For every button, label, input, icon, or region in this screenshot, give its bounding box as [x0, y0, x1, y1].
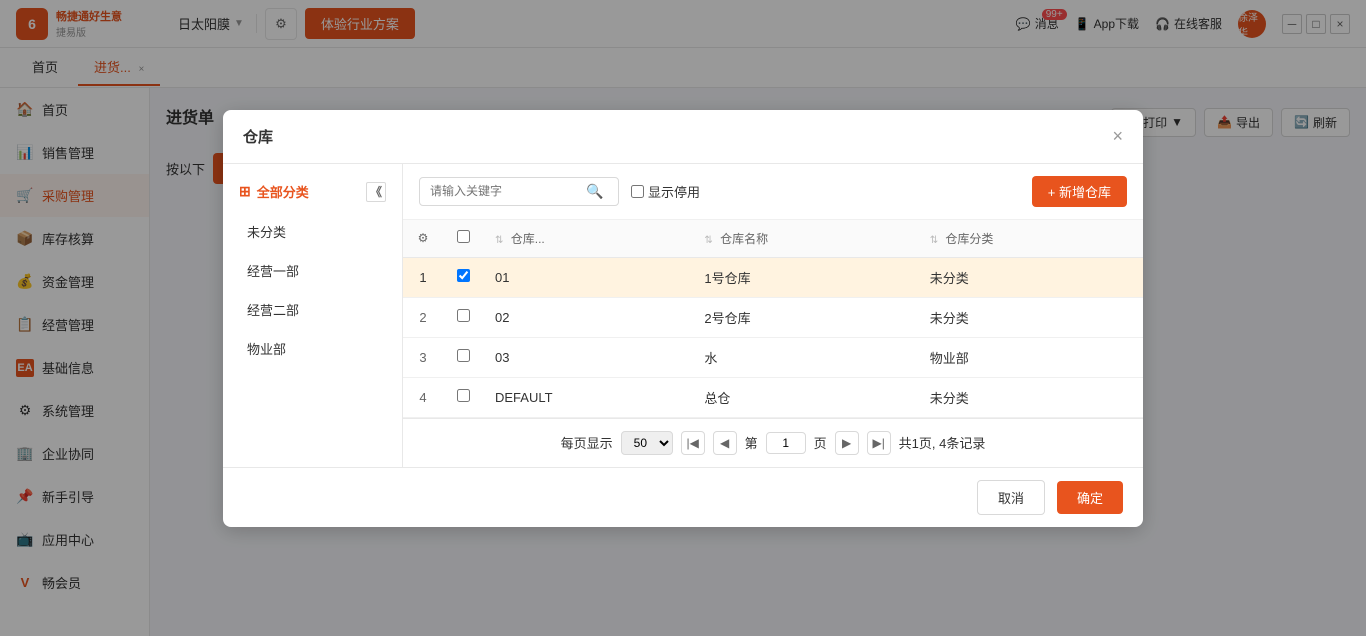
search-icon: 🔍	[586, 183, 603, 200]
th-check[interactable]	[443, 220, 483, 258]
row-checkbox[interactable]	[457, 309, 470, 322]
modal-body: ⊞ 全部分类 《 未分类 经营一部 经营二部 物业部 🔍	[223, 164, 1143, 467]
table: ⚙ ⇅ 仓库... ⇅ 仓库名称	[403, 220, 1143, 418]
row-checkbox-cell[interactable]	[443, 297, 483, 337]
row-name: 2号仓库	[692, 297, 917, 337]
collapse-button[interactable]: 《	[366, 182, 386, 202]
row-checkbox[interactable]	[457, 389, 470, 402]
row-name: 水	[692, 337, 917, 377]
row-category: 未分类	[918, 257, 1143, 297]
modal-category-sidebar: ⊞ 全部分类 《 未分类 经营一部 经营二部 物业部	[223, 164, 403, 467]
category-property[interactable]: 物业部	[223, 329, 402, 368]
cancel-button[interactable]: 取消	[977, 480, 1045, 515]
th-name: ⇅ 仓库名称	[692, 220, 917, 258]
row-code: 01	[483, 257, 692, 297]
last-page-button[interactable]: ▶|	[867, 431, 891, 455]
table-row[interactable]: 1 01 1号仓库 未分类	[403, 257, 1143, 297]
row-actions: 4	[403, 377, 443, 417]
first-page-button[interactable]: |◀	[681, 431, 705, 455]
table-row[interactable]: 3 03 水 物业部	[403, 337, 1143, 377]
show-disabled-checkbox[interactable]	[631, 185, 644, 198]
confirm-button[interactable]: 确定	[1057, 481, 1123, 514]
th-code: ⇅ 仓库...	[483, 220, 692, 258]
modal-main: 🔍 显示停用 + 新增仓库 ⚙	[403, 164, 1143, 467]
show-disabled-checkbox-label[interactable]: 显示停用	[631, 182, 700, 201]
row-checkbox-cell[interactable]	[443, 257, 483, 297]
per-page-select[interactable]: 50	[621, 431, 673, 455]
row-category: 未分类	[918, 297, 1143, 337]
category-dept2[interactable]: 经营二部	[223, 290, 402, 329]
row-category: 未分类	[918, 377, 1143, 417]
search-input[interactable]	[430, 184, 580, 198]
row-name: 总仓	[692, 377, 917, 417]
row-category: 物业部	[918, 337, 1143, 377]
row-code: DEFAULT	[483, 377, 692, 417]
sort-icon: ⇅	[495, 235, 503, 246]
modal-toolbar: 🔍 显示停用 + 新增仓库	[403, 164, 1143, 220]
row-checkbox[interactable]	[457, 349, 470, 362]
table-row[interactable]: 4 DEFAULT 总仓 未分类	[403, 377, 1143, 417]
row-name: 1号仓库	[692, 257, 917, 297]
grid-icon: ⊞	[239, 183, 251, 200]
modal-header: 仓库 ×	[223, 110, 1143, 164]
select-all-checkbox[interactable]	[457, 230, 470, 243]
add-warehouse-button[interactable]: + 新增仓库	[1032, 176, 1127, 207]
total-info: 共1页, 4条记录	[899, 433, 986, 452]
row-code: 02	[483, 297, 692, 337]
pagination: 每页显示 50 |◀ ◀ 第 页 ▶ ▶| 共1页, 4条记录	[403, 418, 1143, 467]
prev-page-button[interactable]: ◀	[713, 431, 737, 455]
modal-title: 仓库	[243, 126, 273, 147]
row-actions: 1	[403, 257, 443, 297]
search-box[interactable]: 🔍	[419, 177, 619, 206]
th-category: ⇅ 仓库分类	[918, 220, 1143, 258]
table-row[interactable]: 2 02 2号仓库 未分类	[403, 297, 1143, 337]
row-checkbox-cell[interactable]	[443, 337, 483, 377]
warehouse-table: ⚙ ⇅ 仓库... ⇅ 仓库名称	[403, 220, 1143, 418]
next-page-button[interactable]: ▶	[835, 431, 859, 455]
row-actions: 2	[403, 297, 443, 337]
th-gear[interactable]: ⚙	[403, 220, 443, 258]
sort-icon-name: ⇅	[704, 235, 712, 246]
modal-footer: 取消 确定	[223, 467, 1143, 527]
row-checkbox[interactable]	[457, 269, 470, 282]
page-number-input[interactable]	[766, 432, 806, 454]
table-header-row: ⚙ ⇅ 仓库... ⇅ 仓库名称	[403, 220, 1143, 258]
warehouse-modal: 仓库 × ⊞ 全部分类 《 未分类 经营一部 经营二部 物业部	[223, 110, 1143, 527]
modal-overlay[interactable]: 仓库 × ⊞ 全部分类 《 未分类 经营一部 经营二部 物业部	[0, 0, 1366, 636]
category-dept1[interactable]: 经营一部	[223, 251, 402, 290]
all-category-header[interactable]: ⊞ 全部分类 《	[223, 172, 402, 212]
modal-close-button[interactable]: ×	[1112, 126, 1123, 147]
row-checkbox-cell[interactable]	[443, 377, 483, 417]
row-code: 03	[483, 337, 692, 377]
row-actions: 3	[403, 337, 443, 377]
category-uncategorized[interactable]: 未分类	[223, 212, 402, 251]
sort-icon-cat: ⇅	[930, 235, 938, 246]
table-body: 1 01 1号仓库 未分类 2 02 2号仓库 未分类 3 03 水 物业部 4…	[403, 257, 1143, 417]
